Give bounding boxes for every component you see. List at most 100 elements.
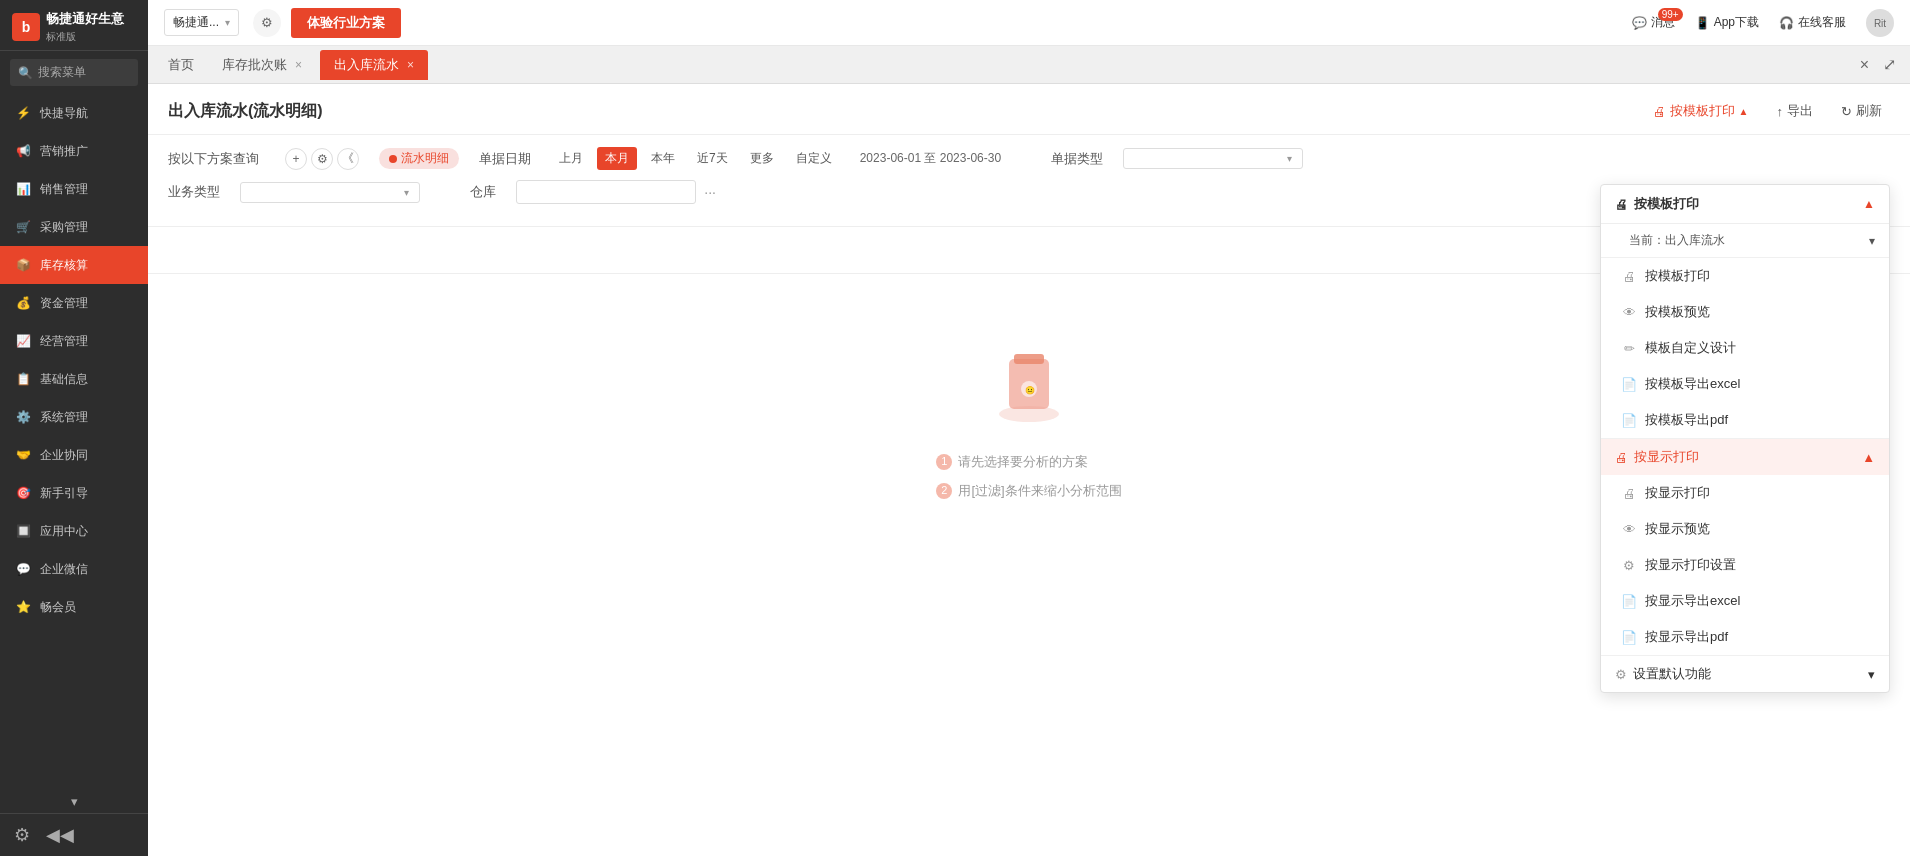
sidebar-item-finance[interactable]: 💰 资金管理 (0, 284, 148, 322)
industry-solution-button[interactable]: 体验行业方案 (291, 8, 401, 38)
printer-icon: 🖨 (1653, 104, 1666, 119)
sidebar-item-guide[interactable]: 🎯 新手引导 (0, 474, 148, 512)
dropdown-title: 🖨 按模板打印 (1615, 195, 1699, 213)
online-service-button[interactable]: 🎧 在线客服 (1779, 14, 1846, 31)
app-download-button[interactable]: 📱 App下载 (1695, 14, 1759, 31)
empty-hint-2: 2 用[过滤]条件来缩小分析范围 (936, 479, 1121, 502)
refresh-button[interactable]: ↻ 刷新 (1833, 98, 1890, 124)
sidebar-bottom-actions: ⚙ ◀◀ (0, 813, 148, 856)
sidebar-item-shortcut[interactable]: ⚡ 快捷导航 (0, 94, 148, 132)
message-button[interactable]: 💬 消息 99+ (1632, 14, 1675, 31)
export-icon: ↑ (1777, 104, 1784, 119)
dropdown-item-display-preview[interactable]: 👁 按显示预览 (1601, 511, 1889, 547)
date-btn-this-month[interactable]: 本月 (597, 147, 637, 170)
date-btn-custom[interactable]: 自定义 (788, 147, 840, 170)
dropdown-close-arrow-icon[interactable]: ▲ (1863, 197, 1875, 211)
sidebar-item-system[interactable]: ⚙️ 系统管理 (0, 398, 148, 436)
business-type-select[interactable]: ▾ (240, 182, 420, 203)
content-area: 出入库流水(流水明细) 🖨 按模板打印 ▲ ↑ 导出 ↻ 刷新 (148, 84, 1910, 856)
sidebar-item-wechat[interactable]: 💬 企业微信 (0, 550, 148, 588)
business-type-arrow-icon: ▾ (404, 187, 409, 198)
sidebar-logo: b 畅捷通好生意 标准版 (0, 0, 148, 51)
app-title: 畅捷通好生意 (46, 10, 124, 28)
search-icon: 🔍 (18, 66, 33, 80)
member-icon: ⭐ (14, 598, 32, 616)
settings-gear-button[interactable]: ⚙ (253, 9, 281, 37)
date-btn-this-year[interactable]: 本年 (643, 147, 683, 170)
sidebar-item-enterprise[interactable]: 🤝 企业协同 (0, 436, 148, 474)
sidebar-settings-button[interactable]: ⚙ (14, 824, 30, 846)
tab-batch-close-button[interactable]: × (295, 58, 302, 72)
dropdown-item-template-custom[interactable]: ✏ 模板自定义设计 (1601, 330, 1889, 366)
dropdown-item-display-print[interactable]: 🖨 按显示打印 (1601, 475, 1889, 511)
dropdown-item-template-pdf[interactable]: 📄 按模板导出pdf (1601, 402, 1889, 438)
dropdown-current-section[interactable]: 当前：出入库流水 ▾ (1601, 224, 1889, 258)
sidebar-item-sales[interactable]: 📊 销售管理 (0, 170, 148, 208)
footer-settings-icon: ⚙ (1615, 667, 1627, 682)
dropdown-item-template-print[interactable]: 🖨 按模板打印 (1601, 258, 1889, 294)
marketing-icon: 📢 (14, 142, 32, 160)
print-template-button[interactable]: 🖨 按模板打印 ▲ (1645, 98, 1757, 124)
user-chevron-icon: ▾ (225, 17, 230, 28)
filter-collapse-button[interactable]: 《 (337, 148, 359, 170)
filter-edit-button[interactable]: ⚙ (311, 148, 333, 170)
dropdown-item-display-print-settings[interactable]: ⚙ 按显示打印设置 (1601, 547, 1889, 583)
dropdown-display-section: 🖨 按显示打印 👁 按显示预览 ⚙ 按显示打印设置 📄 按显示导出excel 📄 (1601, 475, 1889, 656)
warehouse-input[interactable] (516, 180, 696, 204)
export-button[interactable]: ↑ 导出 (1769, 98, 1822, 124)
search-menu-button[interactable]: 🔍 搜索菜单 (10, 59, 138, 86)
date-btn-more[interactable]: 更多 (742, 147, 782, 170)
sidebar-scroll-down[interactable]: ▾ (0, 790, 148, 813)
avatar[interactable]: Rit (1866, 9, 1894, 37)
dropdown-header: 🖨 按模板打印 ▲ (1601, 185, 1889, 224)
warehouse-filter: ··· (516, 180, 716, 204)
headset-icon: 🎧 (1779, 16, 1794, 30)
enterprise-icon: 🤝 (14, 446, 32, 464)
sidebar-item-member[interactable]: ⭐ 畅会员 (0, 588, 148, 626)
user-name: 畅捷通... (173, 14, 219, 31)
fullscreen-button[interactable]: ⤢ (1879, 53, 1900, 76)
sidebar-item-inventory[interactable]: 📦 库存核算 (0, 246, 148, 284)
purchase-icon: 🛒 (14, 218, 32, 236)
inventory-icon: 📦 (14, 256, 32, 274)
sidebar-item-basic[interactable]: 📋 基础信息 (0, 360, 148, 398)
dropdown-item-template-preview[interactable]: 👁 按模板预览 (1601, 294, 1889, 330)
tab-home[interactable]: 首页 (158, 50, 204, 80)
tab-flow[interactable]: 出入库流水 × (320, 50, 428, 80)
date-range-display: 2023-06-01 至 2023-06-30 (860, 150, 1001, 167)
dropdown-item-display-excel[interactable]: 📄 按显示导出excel (1601, 583, 1889, 619)
sidebar: b 畅捷通好生意 标准版 🔍 搜索菜单 ⚡ 快捷导航 📢 营销推广 📊 销售管理… (0, 0, 148, 856)
close-all-tabs-button[interactable]: × (1856, 54, 1873, 76)
empty-illustration: 😐 (979, 334, 1079, 434)
filter-tag-dot (389, 155, 397, 163)
filter-active-tag[interactable]: 流水明细 (379, 148, 459, 169)
dropdown-display-section-header[interactable]: 🖨 按显示打印 ▲ (1601, 439, 1889, 475)
tab-batch-account[interactable]: 库存批次账 × (208, 50, 316, 80)
sidebar-item-marketing[interactable]: 📢 营销推广 (0, 132, 148, 170)
topbar-right-actions: 💬 消息 99+ 📱 App下载 🎧 在线客服 Rit (1632, 9, 1894, 37)
topbar: 畅捷通... ▾ ⚙ 体验行业方案 💬 消息 99+ 📱 App下载 🎧 在线客… (148, 0, 1910, 46)
basic-icon: 📋 (14, 370, 32, 388)
dropdown-item-display-pdf[interactable]: 📄 按显示导出pdf (1601, 619, 1889, 655)
template-print-icon: 🖨 (1621, 268, 1637, 284)
template-custom-icon: ✏ (1621, 340, 1637, 356)
display-section-icon: 🖨 (1615, 450, 1628, 465)
tab-flow-close-button[interactable]: × (407, 58, 414, 72)
refresh-icon: ↻ (1841, 104, 1852, 119)
date-btn-7-days[interactable]: 近7天 (689, 147, 736, 170)
tab-bar: 首页 库存批次账 × 出入库流水 × × ⤢ (148, 46, 1910, 84)
sidebar-item-operation[interactable]: 📈 经营管理 (0, 322, 148, 360)
dropdown-item-template-excel[interactable]: 📄 按模板导出excel (1601, 366, 1889, 402)
doc-type-select[interactable]: ▾ (1123, 148, 1303, 169)
sidebar-collapse-button[interactable]: ◀◀ (46, 824, 74, 846)
app-subtitle: 标准版 (46, 30, 124, 44)
print-chevron-up-icon: ▲ (1739, 106, 1749, 117)
warehouse-more-button[interactable]: ··· (704, 184, 716, 200)
sidebar-item-apps[interactable]: 🔲 应用中心 (0, 512, 148, 550)
filter-add-button[interactable]: + (285, 148, 307, 170)
user-selector[interactable]: 畅捷通... ▾ (164, 9, 239, 36)
sidebar-item-purchase[interactable]: 🛒 采购管理 (0, 208, 148, 246)
date-btn-last-month[interactable]: 上月 (551, 147, 591, 170)
empty-hints: 1 请先选择要分析的方案 2 用[过滤]条件来缩小分析范围 (936, 450, 1121, 503)
dropdown-footer[interactable]: ⚙ 设置默认功能 ▾ (1601, 656, 1889, 692)
